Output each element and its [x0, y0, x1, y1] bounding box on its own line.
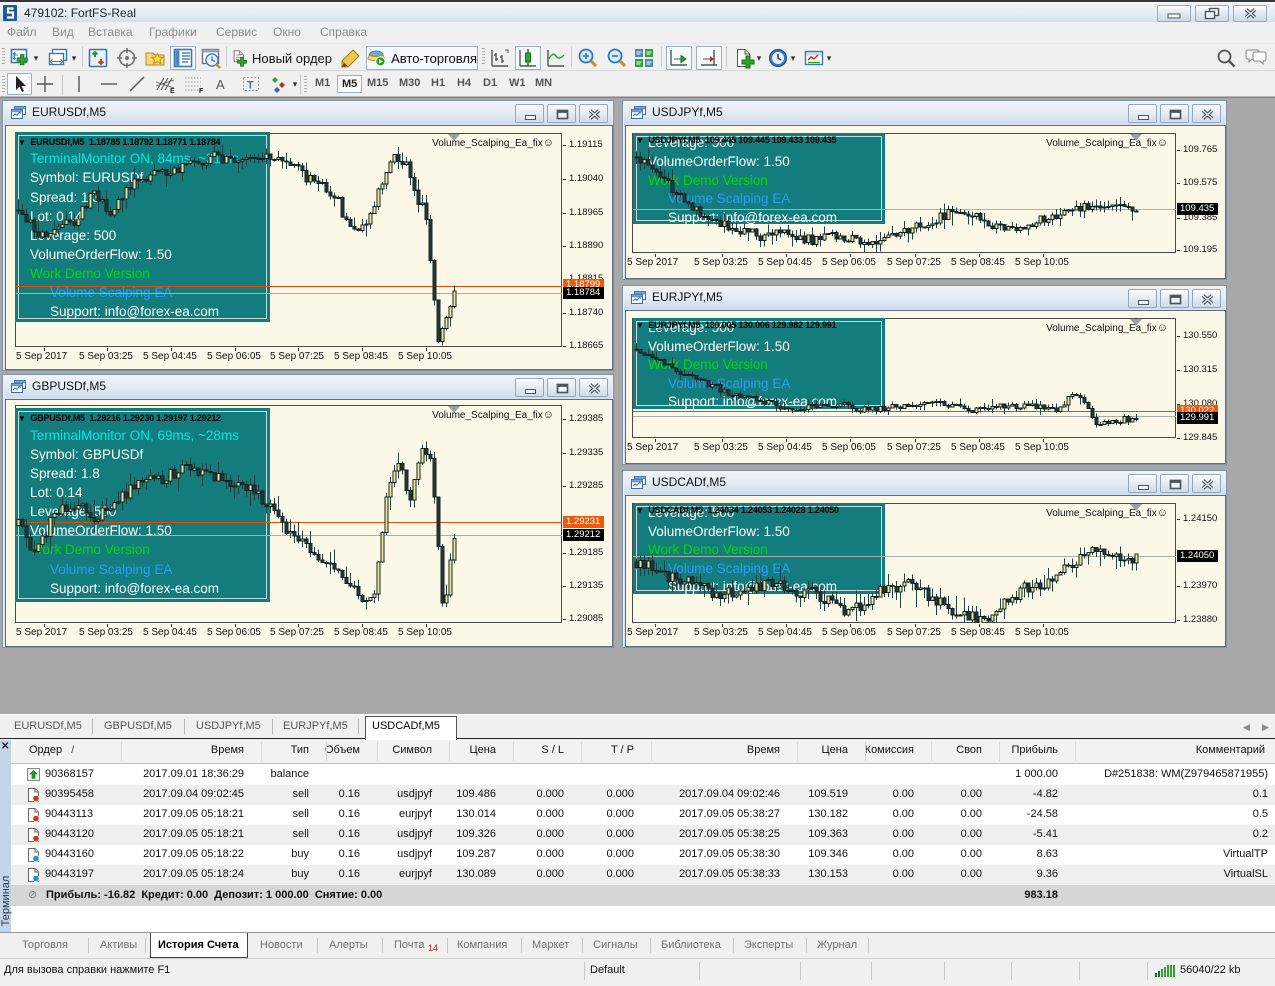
svg-text:E: E — [170, 88, 175, 94]
svg-text:F: F — [199, 88, 204, 94]
svg-text:A: A — [216, 77, 225, 92]
svg-text:T: T — [247, 80, 254, 92]
